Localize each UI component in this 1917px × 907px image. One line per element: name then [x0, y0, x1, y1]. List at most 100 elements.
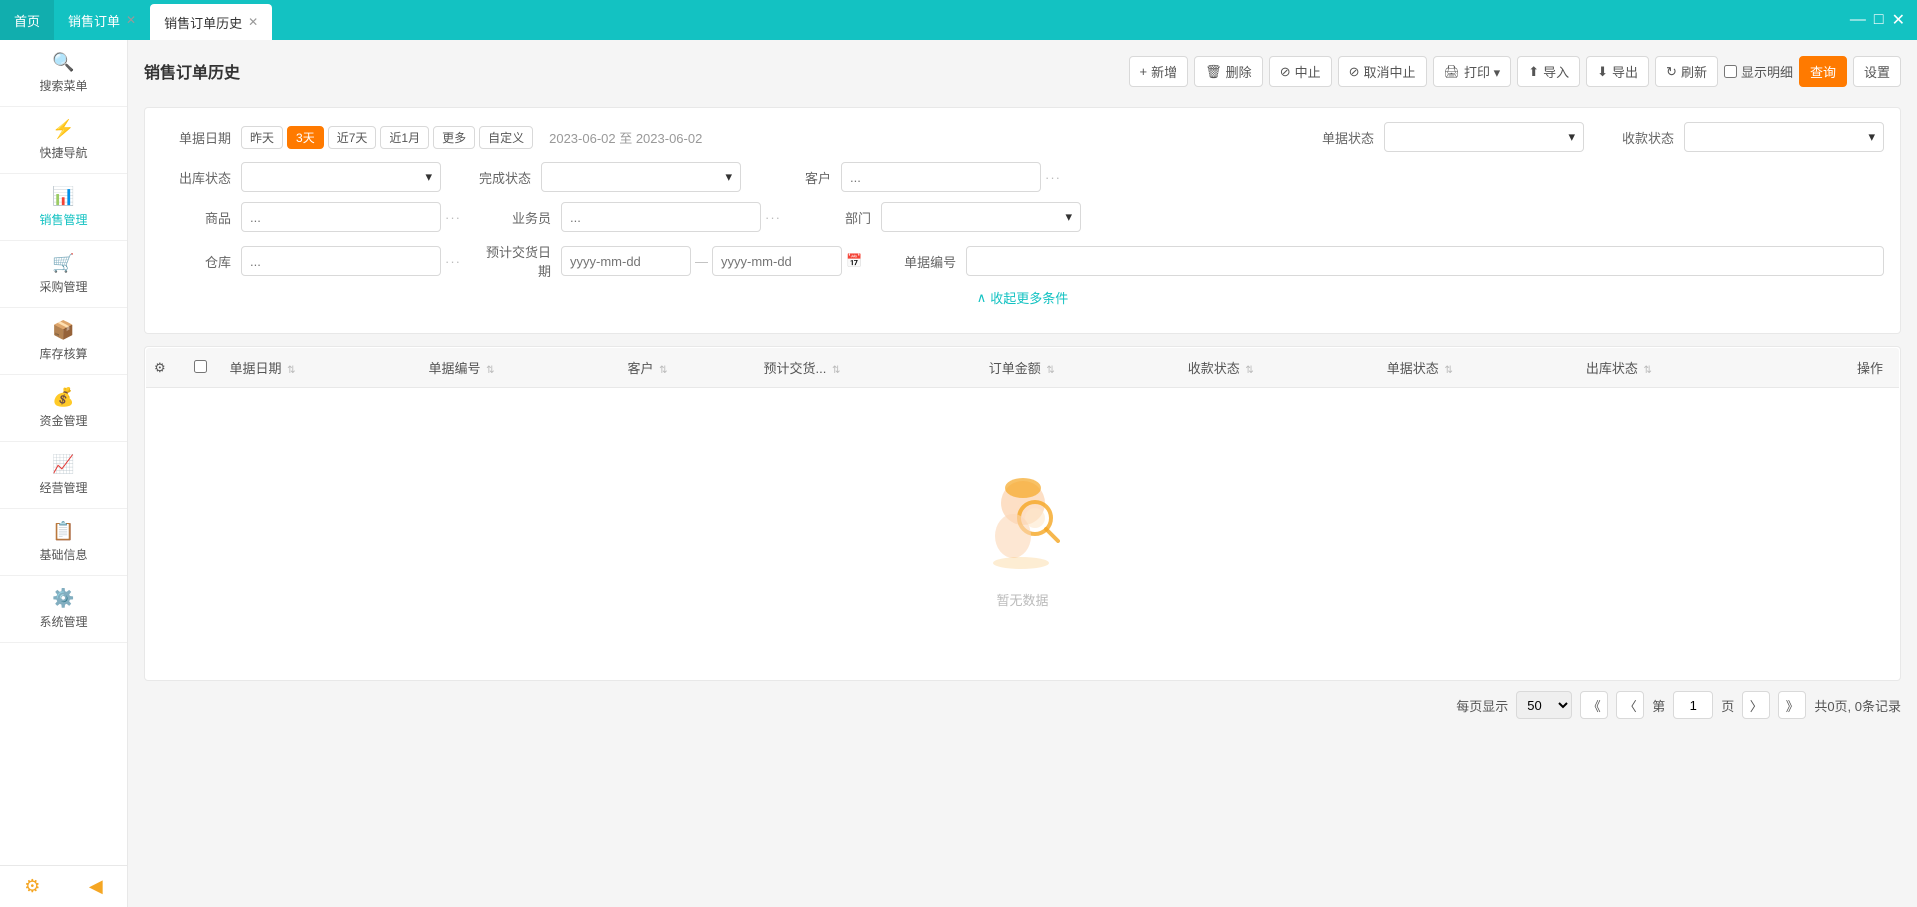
- export-button[interactable]: ⬇ 导出: [1586, 56, 1649, 87]
- close-sales-order-icon[interactable]: ✕: [126, 13, 136, 27]
- window-close-icon[interactable]: ✕: [1892, 10, 1905, 30]
- sidebar-collapse-icon[interactable]: ◀: [89, 876, 103, 897]
- query-button[interactable]: 查询: [1799, 56, 1847, 87]
- th-doc-status[interactable]: 单据状态 ⇅: [1379, 348, 1578, 388]
- receipt-dropdown-icon: ▾: [1868, 129, 1875, 145]
- receipt-label: 收款状态: [1604, 128, 1684, 147]
- sort-amount-icon: ⇅: [1046, 365, 1054, 376]
- sidebar-item-basic-info[interactable]: 📋 基础信息: [0, 509, 127, 576]
- tab-sales-order-history[interactable]: 销售订单历史 ✕: [150, 4, 272, 40]
- stop-button[interactable]: ⊘ 中止: [1269, 56, 1332, 87]
- table-settings-icon[interactable]: ⚙: [154, 360, 166, 375]
- settings-btn[interactable]: 设置: [1853, 56, 1901, 87]
- sidebar-item-search-menu-label: 搜索菜单: [39, 77, 87, 94]
- window-min-icon[interactable]: —: [1850, 11, 1866, 29]
- next-page-button[interactable]: 〉: [1742, 691, 1770, 719]
- operations-icon: 📈: [52, 454, 74, 475]
- table-container: ⚙ 单据日期 ⇅ 单据编号 ⇅: [144, 346, 1901, 681]
- receipt-select[interactable]: ▾: [1684, 122, 1884, 152]
- sidebar-item-quick-nav[interactable]: ⚡ 快捷导航: [0, 107, 127, 174]
- import-button[interactable]: ⬆ 导入: [1517, 56, 1580, 87]
- sidebar-item-basic-info-label: 基础信息: [39, 546, 87, 563]
- warehouse-more-icon[interactable]: ···: [445, 254, 461, 269]
- display-checkbox-label[interactable]: 显示明细: [1724, 62, 1793, 81]
- doc-number-input[interactable]: [966, 246, 1884, 276]
- th-receipt-status[interactable]: 收款状态 ⇅: [1180, 348, 1379, 388]
- th-amount-label: 订单金额: [989, 361, 1041, 376]
- last-page-button[interactable]: 》: [1778, 691, 1806, 719]
- prev-page-icon: 〈: [1624, 696, 1637, 715]
- collapse-text: 收起更多条件: [990, 288, 1068, 307]
- sidebar-item-inventory[interactable]: 📦 库存核算: [0, 308, 127, 375]
- th-number[interactable]: 单据编号 ⇅: [421, 348, 620, 388]
- query-label: 查询: [1810, 62, 1836, 81]
- salesperson-input[interactable]: [561, 202, 761, 232]
- cancel-stop-button[interactable]: ⊘ 取消中止: [1338, 56, 1427, 87]
- customer-more-icon[interactable]: ···: [1045, 170, 1061, 185]
- display-checkbox[interactable]: [1724, 65, 1737, 78]
- empty-state: 暂无数据: [154, 398, 1891, 669]
- th-checkbox[interactable]: [186, 348, 222, 388]
- new-icon: +: [1140, 64, 1148, 79]
- th-delivery[interactable]: 预计交货... ⇅: [755, 348, 980, 388]
- tab-sales-order[interactable]: 销售订单 ✕: [54, 0, 150, 40]
- date-7days[interactable]: 近7天: [328, 126, 377, 149]
- salesperson-more-icon[interactable]: ···: [765, 210, 781, 225]
- sidebar-item-purchase-mgmt[interactable]: 🛒 采购管理: [0, 241, 127, 308]
- th-date[interactable]: 单据日期 ⇅: [222, 348, 421, 388]
- goods-input[interactable]: [241, 202, 441, 232]
- next-page-icon: 〉: [1750, 696, 1763, 715]
- delivery-from-input[interactable]: [561, 246, 691, 276]
- th-date-label: 单据日期: [230, 361, 282, 376]
- goods-more-icon[interactable]: ···: [445, 210, 461, 225]
- delete-icon: 🗑: [1205, 64, 1222, 80]
- new-button[interactable]: + 新增: [1129, 56, 1189, 87]
- th-out-stock[interactable]: 出库状态 ⇅: [1578, 348, 1777, 388]
- refresh-button[interactable]: ↻ 刷新: [1655, 56, 1718, 87]
- pagination-bar: 每页显示 50 10 20 100 《 〈 第 页 〉 》 共0页, 0条记录: [144, 681, 1901, 729]
- close-history-icon[interactable]: ✕: [248, 15, 258, 29]
- delivery-to-input[interactable]: [712, 246, 842, 276]
- out-stock-select[interactable]: ▾: [241, 162, 441, 192]
- display-label: 显示明细: [1741, 62, 1793, 81]
- sidebar-item-system-mgmt[interactable]: ⚙️ 系统管理: [0, 576, 127, 643]
- th-settings[interactable]: ⚙: [146, 348, 186, 388]
- status-select[interactable]: ▾: [1384, 122, 1584, 152]
- import-icon: ⬆: [1528, 64, 1539, 80]
- calendar-icon[interactable]: 📅: [846, 253, 862, 269]
- content-area: 销售订单历史 + 新增 🗑 删除 ⊘ 中止 ⊘ 取消中止: [128, 40, 1917, 907]
- th-customer[interactable]: 客户 ⇅: [620, 348, 756, 388]
- window-max-icon[interactable]: □: [1874, 11, 1884, 29]
- delete-button[interactable]: 🗑 删除: [1194, 56, 1263, 87]
- sort-doc-icon: ⇅: [1444, 365, 1452, 376]
- select-all-checkbox[interactable]: [194, 360, 207, 373]
- page-size-select[interactable]: 50 10 20 100: [1516, 691, 1572, 719]
- tab-home[interactable]: 首页: [0, 0, 54, 40]
- complete-select[interactable]: ▾: [541, 162, 741, 192]
- date-1month[interactable]: 近1月: [380, 126, 429, 149]
- date-yesterday[interactable]: 昨天: [241, 126, 283, 149]
- sidebar-settings-icon[interactable]: ⚙: [24, 876, 40, 897]
- dept-select[interactable]: ▾: [881, 202, 1081, 232]
- date-more[interactable]: 更多: [433, 126, 475, 149]
- print-button[interactable]: 🖨 打印 ▾: [1433, 56, 1512, 87]
- sidebar-item-search-menu[interactable]: 🔍 搜索菜单: [0, 40, 127, 107]
- customer-input[interactable]: [841, 162, 1041, 192]
- date-3days[interactable]: 3天: [287, 126, 324, 149]
- warehouse-input[interactable]: [241, 246, 441, 276]
- first-page-button[interactable]: 《: [1580, 691, 1608, 719]
- tab-sales-order-history-label: 销售订单历史: [164, 13, 242, 32]
- delivery-separator: —: [695, 254, 708, 269]
- sidebar-bottom: ⚙ ◀: [0, 865, 127, 907]
- date-range-text: 2023-06-02 至 2023-06-02: [549, 128, 702, 147]
- sidebar-item-finance[interactable]: 💰 资金管理: [0, 375, 127, 442]
- export-icon: ⬇: [1597, 64, 1608, 80]
- sidebar-item-sales-mgmt[interactable]: 📊 销售管理: [0, 174, 127, 241]
- page-input[interactable]: [1673, 691, 1713, 719]
- prev-page-button[interactable]: 〈: [1616, 691, 1644, 719]
- th-amount[interactable]: 订单金额 ⇅: [981, 348, 1180, 388]
- collapse-bar[interactable]: ∧ 收起更多条件: [161, 284, 1884, 311]
- main-layout: 🔍 搜索菜单 ⚡ 快捷导航 📊 销售管理 🛒 采购管理 📦 库存核算 💰 资金管…: [0, 40, 1917, 907]
- date-custom[interactable]: 自定义: [479, 126, 533, 149]
- sidebar-item-operations[interactable]: 📈 经营管理: [0, 442, 127, 509]
